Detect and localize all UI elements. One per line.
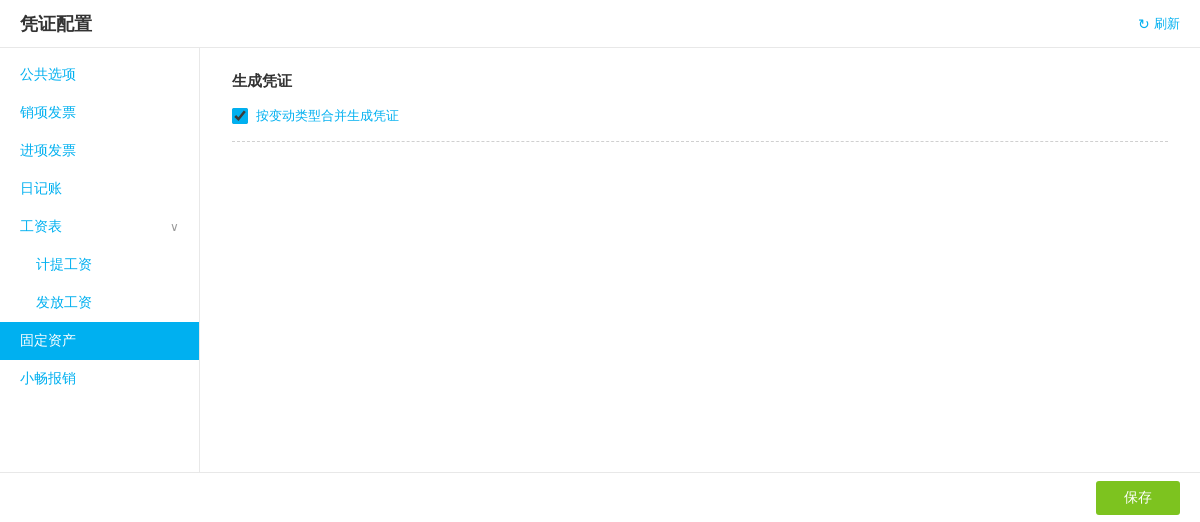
sidebar-item-pay-payroll[interactable]: 发放工资 xyxy=(0,284,199,322)
sidebar-item-public-options[interactable]: 公共选项 xyxy=(0,56,199,94)
sidebar-item-label: 日记账 xyxy=(20,180,62,198)
sidebar-item-payroll[interactable]: 工资表 ∨ xyxy=(0,208,199,246)
sidebar-item-label: 固定资产 xyxy=(20,332,76,350)
sidebar-item-label: 进项发票 xyxy=(20,142,76,160)
sidebar-item-calc-payroll[interactable]: 计提工资 xyxy=(0,246,199,284)
sidebar-item-label: 销项发票 xyxy=(20,104,76,122)
sidebar-item-label: 小畅报销 xyxy=(20,370,76,388)
sidebar-item-label: 工资表 xyxy=(20,218,62,236)
checkbox-row: 按变动类型合并生成凭证 xyxy=(232,107,1168,125)
sidebar-item-fixed-assets[interactable]: 固定资产 xyxy=(0,322,199,360)
sidebar-item-purchase-invoice[interactable]: 进项发票 xyxy=(0,132,199,170)
section-title: 生成凭证 xyxy=(232,72,1168,91)
refresh-label: 刷新 xyxy=(1154,15,1180,33)
refresh-button[interactable]: ↻ 刷新 xyxy=(1138,15,1180,33)
header: 凭证配置 ↻ 刷新 xyxy=(0,0,1200,48)
sidebar-item-sales-invoice[interactable]: 销项发票 xyxy=(0,94,199,132)
chevron-down-icon: ∨ xyxy=(170,220,179,234)
sidebar-item-label: 计提工资 xyxy=(36,256,92,274)
save-button[interactable]: 保存 xyxy=(1096,481,1180,515)
footer: 保存 xyxy=(0,472,1200,522)
main-layout: 公共选项销项发票进项发票日记账工资表 ∨ 计提工资发放工资固定资产小畅报销 生成凭证… xyxy=(0,48,1200,472)
refresh-icon: ↻ xyxy=(1138,16,1150,32)
merge-checkbox-label[interactable]: 按变动类型合并生成凭证 xyxy=(256,107,399,125)
sidebar-item-label: 发放工资 xyxy=(36,294,92,312)
sidebar-item-label: 公共选项 xyxy=(20,66,76,84)
merge-checkbox[interactable] xyxy=(232,108,248,124)
page-title: 凭证配置 xyxy=(20,12,92,36)
content-area: 生成凭证 按变动类型合并生成凭证 xyxy=(200,48,1200,472)
divider xyxy=(232,141,1168,142)
sidebar: 公共选项销项发票进项发票日记账工资表 ∨ 计提工资发放工资固定资产小畅报销 xyxy=(0,48,200,472)
sidebar-item-journal[interactable]: 日记账 xyxy=(0,170,199,208)
sidebar-item-expense[interactable]: 小畅报销 xyxy=(0,360,199,398)
